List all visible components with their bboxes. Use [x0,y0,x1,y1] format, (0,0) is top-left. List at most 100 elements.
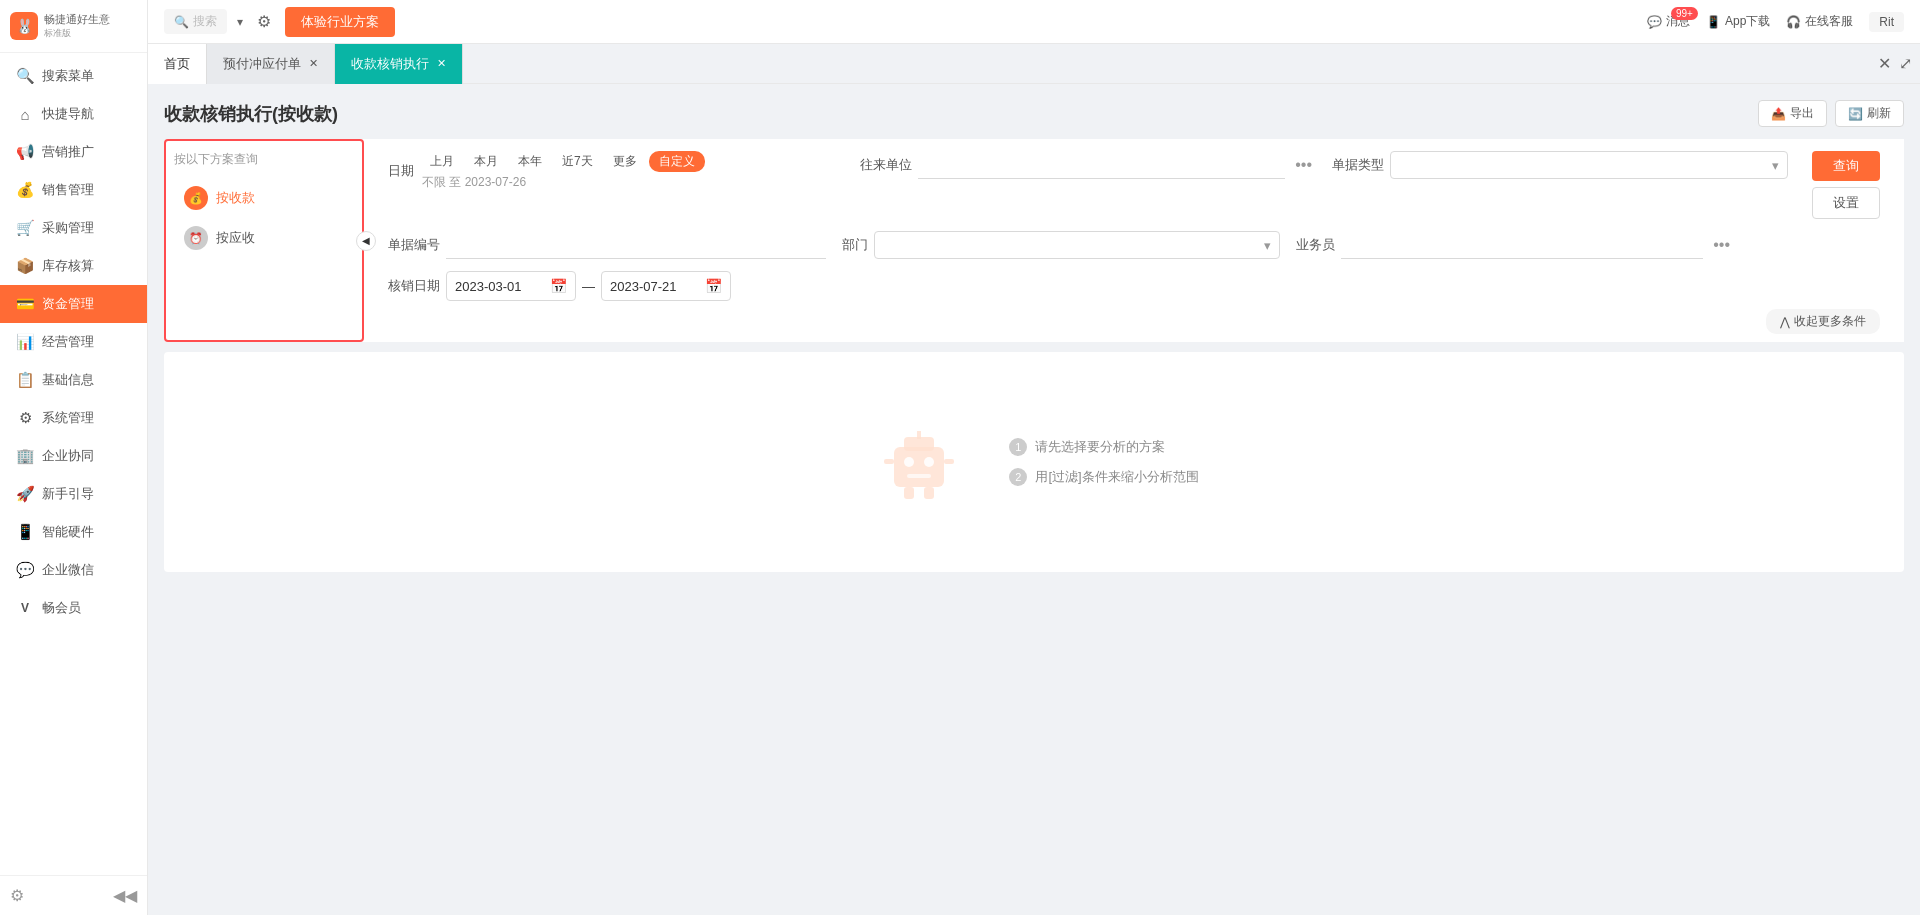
sidebar-item-hardware[interactable]: 📱 智能硬件 [0,513,147,551]
collapse-more-button[interactable]: ⋀ 收起更多条件 [1766,309,1880,334]
topbar-dropdown-arrow[interactable]: ▾ [237,15,243,29]
sidebar-label-guide: 新手引导 [42,485,94,503]
home-icon: ⌂ [16,106,34,123]
collapse-sidebar-icon[interactable]: ◀◀ [113,886,137,905]
date-btn-7days[interactable]: 近7天 [554,151,601,172]
svg-rect-6 [884,459,894,464]
sidebar-item-guide[interactable]: 🚀 新手引导 [0,475,147,513]
sidebar-label-sales: 销售管理 [42,181,94,199]
date-to: 至 2023-07-26 [449,175,526,189]
settings-bottom-icon[interactable]: ⚙ [10,886,24,905]
app-label: App下载 [1725,13,1770,30]
message-icon: 💬 [1647,15,1662,29]
empty-tip-2: 2 用[过滤]条件来缩小分析范围 [1009,468,1198,486]
logo-icon: 🐰 [10,12,38,40]
sidebar-label-enterprise: 企业协同 [42,447,94,465]
sidebar-label-inventory: 库存核算 [42,257,94,275]
sidebar-label-finance: 资金管理 [42,295,94,313]
tab-prepay-close[interactable]: ✕ [309,57,318,70]
filter-option-receivable-label: 按应收 [216,229,255,247]
refresh-icon: 🔄 [1848,107,1863,121]
online-service-button[interactable]: 🎧 在线客服 [1786,13,1853,30]
collapse-left-icon: ◀ [362,235,370,246]
sidebar-item-purchase[interactable]: 🛒 采购管理 [0,209,147,247]
sidebar-label-purchase: 采购管理 [42,219,94,237]
topbar-gear-icon[interactable]: ⚙ [257,12,271,31]
sidebar-label-system: 系统管理 [42,409,94,427]
sidebar: 🐰 畅捷通好生意 标准版 🔍 搜索菜单 ⌂ 快捷导航 📢 营销推广 💰 销售管理… [0,0,148,915]
search-icon: 🔍 [16,67,34,85]
topbar-search-icon: 🔍 [174,15,189,29]
sidebar-item-marketing[interactable]: 📢 营销推广 [0,133,147,171]
date-btn-this-month[interactable]: 本月 [466,151,506,172]
filter-option-by-receipt[interactable]: 💰 按收款 [174,178,354,218]
tip2-num: 2 [1009,468,1027,486]
verify-date-end-value: 2023-07-21 [610,279,677,294]
basic-info-icon: 📋 [16,371,34,389]
tip1-text: 请先选择要分析的方案 [1035,438,1165,456]
date-btn-last-month[interactable]: 上月 [422,151,462,172]
filter-collapse-arrow[interactable]: ◀ [356,231,376,251]
counterpart-dots[interactable]: ••• [1291,156,1316,174]
verify-date-label: 核销日期 [388,277,440,295]
export-button[interactable]: 📤 导出 [1758,100,1827,127]
message-button[interactable]: 💬 消息 99+ [1647,13,1690,30]
date-btn-this-year[interactable]: 本年 [510,151,550,172]
verify-date-end-input[interactable]: 2023-07-21 📅 [601,271,731,301]
logo-title: 畅捷通好生意 [44,12,110,26]
query-button[interactable]: 查询 [1812,151,1880,181]
sidebar-menu: 🔍 搜索菜单 ⌂ 快捷导航 📢 营销推广 💰 销售管理 🛒 采购管理 📦 库存核… [0,53,147,875]
sidebar-label-operation: 经营管理 [42,333,94,351]
sidebar-label-marketing: 营销推广 [42,143,94,161]
sidebar-item-search[interactable]: 🔍 搜索菜单 [0,57,147,95]
sidebar-item-enterprise[interactable]: 🏢 企业协同 [0,437,147,475]
receivable-option-icon: ⏰ [184,226,208,250]
svg-point-3 [904,457,914,467]
sidebar-item-quick-nav[interactable]: ⌂ 快捷导航 [0,95,147,133]
topbar-search-placeholder: 搜索 [193,13,217,30]
sidebar-item-member[interactable]: V 畅会员 [0,589,147,627]
settings-button[interactable]: 设置 [1812,187,1880,219]
verify-date-start-cal-icon: 📅 [550,278,567,294]
sidebar-item-basic-info[interactable]: 📋 基础信息 [0,361,147,399]
verify-date-start-value: 2023-03-01 [455,279,522,294]
tab-prepay[interactable]: 预付冲应付单 ✕ [207,44,335,84]
svg-rect-5 [907,474,931,478]
tabs-actions: ✕ ⤢ [1878,54,1920,73]
sidebar-item-finance[interactable]: 💳 资金管理 [0,285,147,323]
topbar: 🔍 搜索 ▾ ⚙ 体验行业方案 💬 消息 99+ 📱 App下载 🎧 在线客服 … [148,0,1920,44]
app-download-button[interactable]: 📱 App下载 [1706,13,1770,30]
tab-receipt-verify[interactable]: 收款核销执行 ✕ [335,44,463,84]
close-all-tabs-icon[interactable]: ✕ [1878,54,1891,73]
topbar-right: 💬 消息 99+ 📱 App下载 🎧 在线客服 Rit [1647,12,1904,32]
svg-rect-2 [917,431,921,439]
verify-date-start-input[interactable]: 2023-03-01 📅 [446,271,576,301]
staff-dots[interactable]: ••• [1709,236,1734,254]
sidebar-item-sales[interactable]: 💰 销售管理 [0,171,147,209]
main-area: 🔍 搜索 ▾ ⚙ 体验行业方案 💬 消息 99+ 📱 App下载 🎧 在线客服 … [148,0,1920,915]
tip2-text: 用[过滤]条件来缩小分析范围 [1035,468,1198,486]
tab-home[interactable]: 首页 [148,44,207,84]
voucher-type-arrow: ▾ [1772,158,1779,173]
sidebar-item-operation[interactable]: 📊 经营管理 [0,323,147,361]
solution-button[interactable]: 体验行业方案 [285,7,395,37]
refresh-button[interactable]: 🔄 刷新 [1835,100,1904,127]
user-avatar[interactable]: Rit [1869,12,1904,32]
collapse-more-label: 收起更多条件 [1794,313,1866,330]
date-btn-more[interactable]: 更多 [605,151,645,172]
filter-option-by-receivable[interactable]: ⏰ 按应收 [174,218,354,258]
date-btn-custom[interactable]: 自定义 [649,151,705,172]
staff-label: 业务员 [1296,236,1335,254]
sidebar-item-inventory[interactable]: 📦 库存核算 [0,247,147,285]
sidebar-item-wechat[interactable]: 💬 企业微信 [0,551,147,589]
sidebar-item-system[interactable]: ⚙ 系统管理 [0,399,147,437]
page-title: 收款核销执行(按收款) [164,102,338,126]
tab-receipt-close[interactable]: ✕ [437,57,446,70]
sidebar-bottom: ⚙ ◀◀ [0,875,147,915]
sidebar-label-search: 搜索菜单 [42,67,94,85]
inventory-icon: 📦 [16,257,34,275]
svg-point-4 [924,457,934,467]
operation-icon: 📊 [16,333,34,351]
topbar-search[interactable]: 🔍 搜索 [164,9,227,34]
expand-tab-icon[interactable]: ⤢ [1899,54,1912,73]
